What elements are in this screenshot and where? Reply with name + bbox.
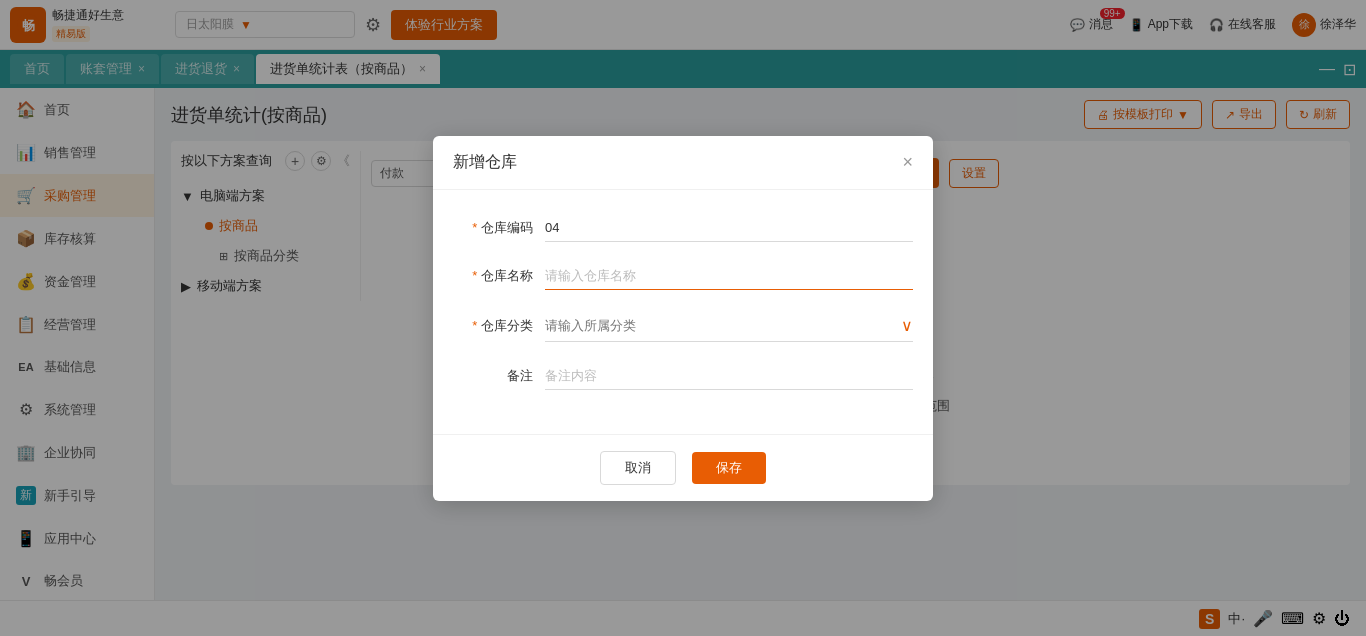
name-label: * 仓库名称 xyxy=(453,267,533,285)
modal-title: 新增仓库 xyxy=(453,152,517,173)
modal-overlay: 新增仓库 × * 仓库编码 * 仓库名称 xyxy=(0,0,1366,636)
form-row-code: * 仓库编码 xyxy=(453,214,913,242)
category-select[interactable]: ∨ xyxy=(545,310,913,342)
form-row-name: * 仓库名称 xyxy=(453,262,913,290)
modal-footer: 取消 保存 xyxy=(433,434,933,501)
modal-header: 新增仓库 × xyxy=(433,136,933,190)
modal-new-warehouse: 新增仓库 × * 仓库编码 * 仓库名称 xyxy=(433,136,933,501)
code-required: * xyxy=(472,220,477,235)
category-input[interactable] xyxy=(545,318,901,333)
remark-input[interactable] xyxy=(545,362,913,390)
category-dropdown-icon[interactable]: ∨ xyxy=(901,316,913,335)
code-label: * 仓库编码 xyxy=(453,219,533,237)
modal-close-button[interactable]: × xyxy=(902,152,913,173)
form-row-category: * 仓库分类 ∨ xyxy=(453,310,913,342)
cancel-button[interactable]: 取消 xyxy=(600,451,676,485)
form-row-remark: 备注 xyxy=(453,362,913,390)
save-button[interactable]: 保存 xyxy=(692,452,766,484)
name-required: * xyxy=(472,268,477,283)
modal-body: * 仓库编码 * 仓库名称 * 仓库分类 xyxy=(433,190,933,434)
category-label: * 仓库分类 xyxy=(453,317,533,335)
remark-label: 备注 xyxy=(453,367,533,385)
name-input[interactable] xyxy=(545,262,913,290)
code-input[interactable] xyxy=(545,214,913,242)
category-required: * xyxy=(472,318,477,333)
